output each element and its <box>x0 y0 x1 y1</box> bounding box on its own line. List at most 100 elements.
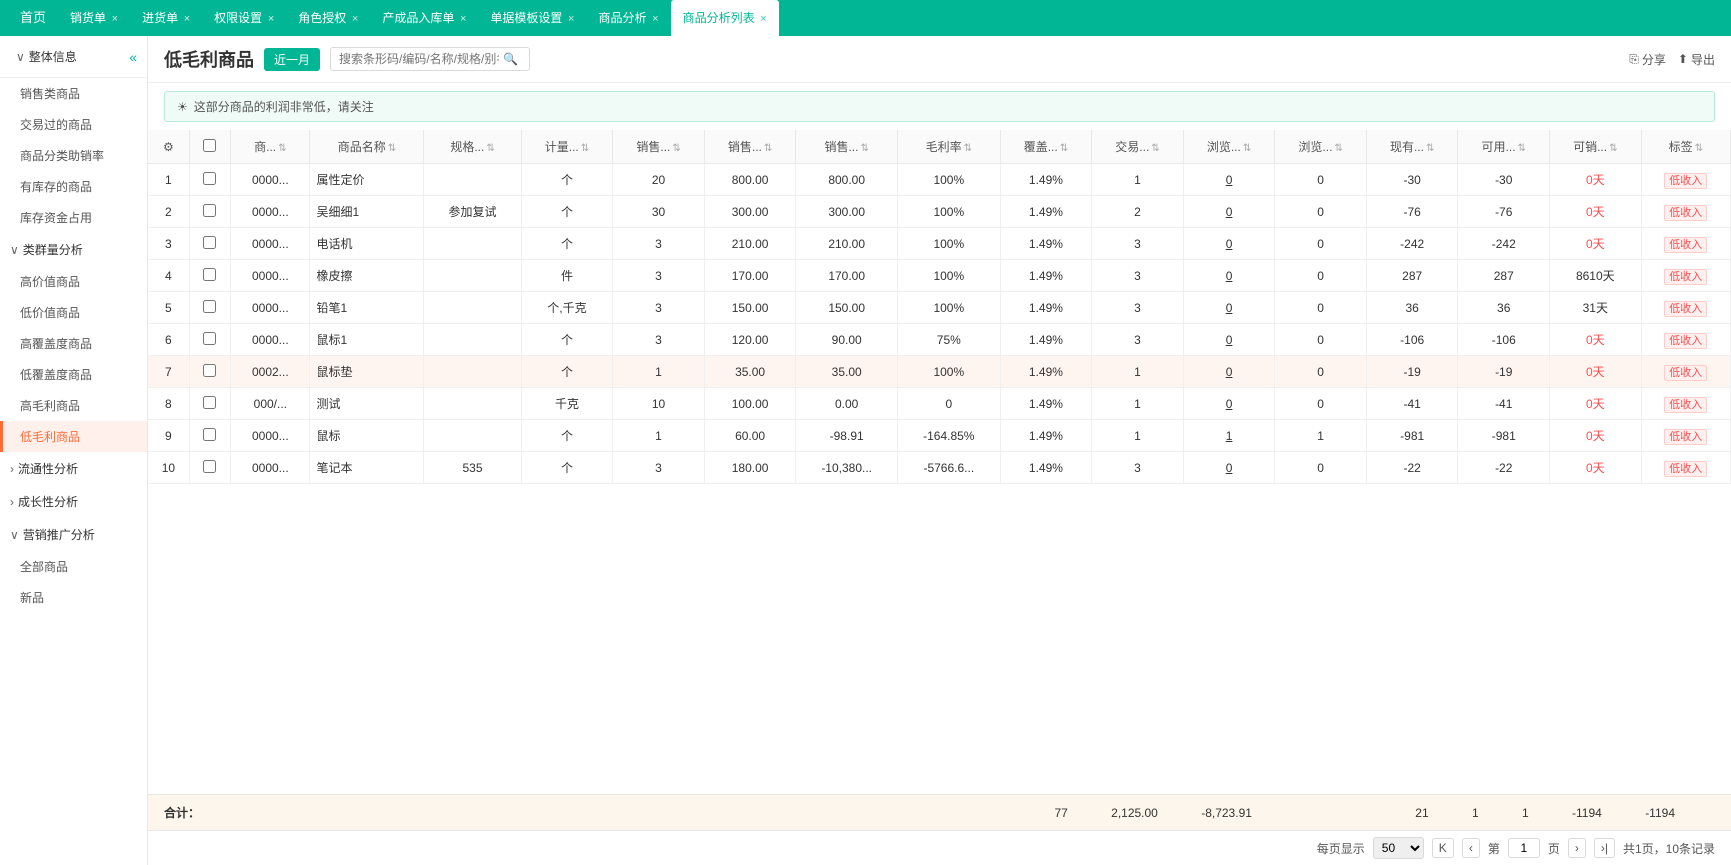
cell-views1[interactable]: 0 <box>1183 196 1275 228</box>
col-transactions[interactable]: 交易...⇅ <box>1092 130 1184 164</box>
per-page-select[interactable]: 50 20 100 200 <box>1373 837 1424 859</box>
col-current-stock[interactable]: 现有...⇅ <box>1366 130 1458 164</box>
sidebar-item-high-coverage[interactable]: 高覆盖度商品 <box>0 328 147 359</box>
row-checkbox[interactable] <box>203 364 216 377</box>
col-sales-profit[interactable]: 销售...⇅ <box>796 130 898 164</box>
nav-item-roles[interactable]: 角色授权 × <box>286 0 370 36</box>
cell-checkbox[interactable] <box>189 420 230 452</box>
total-records: 共1页，10条记录 <box>1623 840 1715 857</box>
row-checkbox[interactable] <box>203 300 216 313</box>
sidebar-item-low-value[interactable]: 低价值商品 <box>0 297 147 328</box>
sidebar-item-traded[interactable]: 交易过的商品 <box>0 109 147 140</box>
cell-checkbox[interactable] <box>189 164 230 196</box>
nav-close-products[interactable]: × <box>460 13 466 25</box>
sidebar-section-marketing[interactable]: ∨ 营销推广分析 <box>0 518 147 551</box>
cell-checkbox[interactable] <box>189 356 230 388</box>
row-checkbox[interactable] <box>203 332 216 345</box>
cell-views1[interactable]: 0 <box>1183 228 1275 260</box>
sidebar-section-cluster[interactable]: ∨ 类群量分析 <box>0 233 147 266</box>
sidebar-item-new-goods[interactable]: 新品 <box>0 582 147 613</box>
row-checkbox[interactable] <box>203 172 216 185</box>
nav-item-templates[interactable]: 单据模板设置 × <box>478 0 586 36</box>
col-code[interactable]: 商...⇅ <box>231 130 310 164</box>
sidebar-item-high-value[interactable]: 高价值商品 <box>0 266 147 297</box>
nav-close-permissions[interactable]: × <box>268 13 274 25</box>
nav-close-roles[interactable]: × <box>352 13 358 25</box>
page-number-input[interactable] <box>1508 838 1540 858</box>
nav-item-analysis-list[interactable]: 商品分析列表 × <box>671 0 779 36</box>
sidebar-item-high-profit[interactable]: 高毛利商品 <box>0 390 147 421</box>
table-container[interactable]: ⚙ 商...⇅ 商品名称⇅ 规格...⇅ 计量...⇅ 销售...⇅ 销售...… <box>148 130 1731 794</box>
col-views2[interactable]: 浏览...⇅ <box>1275 130 1367 164</box>
cell-checkbox[interactable] <box>189 228 230 260</box>
nav-close-purchase[interactable]: × <box>184 13 190 25</box>
cell-checkbox[interactable] <box>189 196 230 228</box>
nav-close-analysis[interactable]: × <box>652 13 658 25</box>
cell-transactions: 3 <box>1092 292 1184 324</box>
row-checkbox[interactable] <box>203 460 216 473</box>
col-coverage[interactable]: 覆盖...⇅ <box>1000 130 1092 164</box>
cell-checkbox[interactable] <box>189 260 230 292</box>
col-name[interactable]: 商品名称⇅ <box>310 130 424 164</box>
export-btn[interactable]: ⬆ 导出 <box>1678 51 1715 68</box>
col-gross-margin[interactable]: 毛利率⇅ <box>897 130 1000 164</box>
row-checkbox[interactable] <box>203 236 216 249</box>
first-page-btn[interactable]: K <box>1432 838 1454 858</box>
filter-btn[interactable]: 近一月 <box>264 48 320 71</box>
cell-checkbox[interactable] <box>189 324 230 356</box>
nav-item-home[interactable]: 首页 <box>8 0 58 36</box>
share-btn[interactable]: ⎘ 分享 <box>1629 51 1666 68</box>
cell-views1[interactable]: 0 <box>1183 388 1275 420</box>
cell-views1[interactable]: 0 <box>1183 292 1275 324</box>
sidebar-item-stock-capital[interactable]: 库存资金占用 <box>0 202 147 233</box>
cell-views1[interactable]: 0 <box>1183 260 1275 292</box>
sidebar-item-all-goods[interactable]: 全部商品 <box>0 551 147 582</box>
col-unit[interactable]: 计量...⇅ <box>521 130 613 164</box>
sidebar-item-low-coverage[interactable]: 低覆盖度商品 <box>0 359 147 390</box>
nav-item-products[interactable]: 产成品入库单 × <box>370 0 478 36</box>
col-sales-amount[interactable]: 销售...⇅ <box>704 130 796 164</box>
col-tag[interactable]: 标签⇅ <box>1641 130 1730 164</box>
search-input[interactable] <box>339 52 499 66</box>
row-checkbox[interactable] <box>203 396 216 409</box>
nav-close-analysis-list[interactable]: × <box>760 13 766 25</box>
search-box[interactable]: 🔍 <box>330 47 530 71</box>
nav-item-purchase[interactable]: 进货单 × <box>130 0 202 36</box>
sidebar-section-overall[interactable]: ∨ 整体信息 <box>6 40 87 73</box>
col-checkbox[interactable] <box>189 130 230 164</box>
cell-num: 4 <box>148 260 189 292</box>
cell-checkbox[interactable] <box>189 452 230 484</box>
select-all-checkbox[interactable] <box>203 139 216 152</box>
col-settings[interactable]: ⚙ <box>148 130 189 164</box>
col-views1[interactable]: 浏览...⇅ <box>1183 130 1275 164</box>
next-page-btn[interactable]: › <box>1568 838 1586 858</box>
row-checkbox[interactable] <box>203 268 216 281</box>
cell-views1[interactable]: 1 <box>1183 420 1275 452</box>
sidebar-item-in-stock[interactable]: 有库存的商品 <box>0 171 147 202</box>
last-page-btn[interactable]: ›| <box>1594 838 1615 858</box>
nav-item-permissions[interactable]: 权限设置 × <box>202 0 286 36</box>
sidebar-section-circulation[interactable]: › 流通性分析 <box>0 452 147 485</box>
cell-views1[interactable]: 0 <box>1183 452 1275 484</box>
nav-item-analysis[interactable]: 商品分析 × <box>586 0 670 36</box>
col-sales-qty[interactable]: 销售...⇅ <box>613 130 705 164</box>
nav-item-sales[interactable]: 销货单 × <box>58 0 130 36</box>
prev-page-btn[interactable]: ‹ <box>1462 838 1480 858</box>
cell-checkbox[interactable] <box>189 388 230 420</box>
cell-checkbox[interactable] <box>189 292 230 324</box>
sidebar-section-growth[interactable]: › 成长性分析 <box>0 485 147 518</box>
sidebar-item-low-profit[interactable]: 低毛利商品 <box>0 421 147 452</box>
sidebar-item-sales-goods[interactable]: 销售类商品 <box>0 78 147 109</box>
nav-close-templates[interactable]: × <box>568 13 574 25</box>
sidebar-item-category-rate[interactable]: 商品分类助销率 <box>0 140 147 171</box>
cell-views1[interactable]: 0 <box>1183 164 1275 196</box>
cell-views1[interactable]: 0 <box>1183 356 1275 388</box>
col-available-stock[interactable]: 可用...⇅ <box>1458 130 1550 164</box>
col-saleable-days[interactable]: 可销...⇅ <box>1550 130 1642 164</box>
cell-views1[interactable]: 0 <box>1183 324 1275 356</box>
row-checkbox[interactable] <box>203 428 216 441</box>
nav-close-sales[interactable]: × <box>112 13 118 25</box>
row-checkbox[interactable] <box>203 204 216 217</box>
sidebar-collapse-btn[interactable]: « <box>125 45 141 69</box>
col-spec[interactable]: 规格...⇅ <box>424 130 521 164</box>
